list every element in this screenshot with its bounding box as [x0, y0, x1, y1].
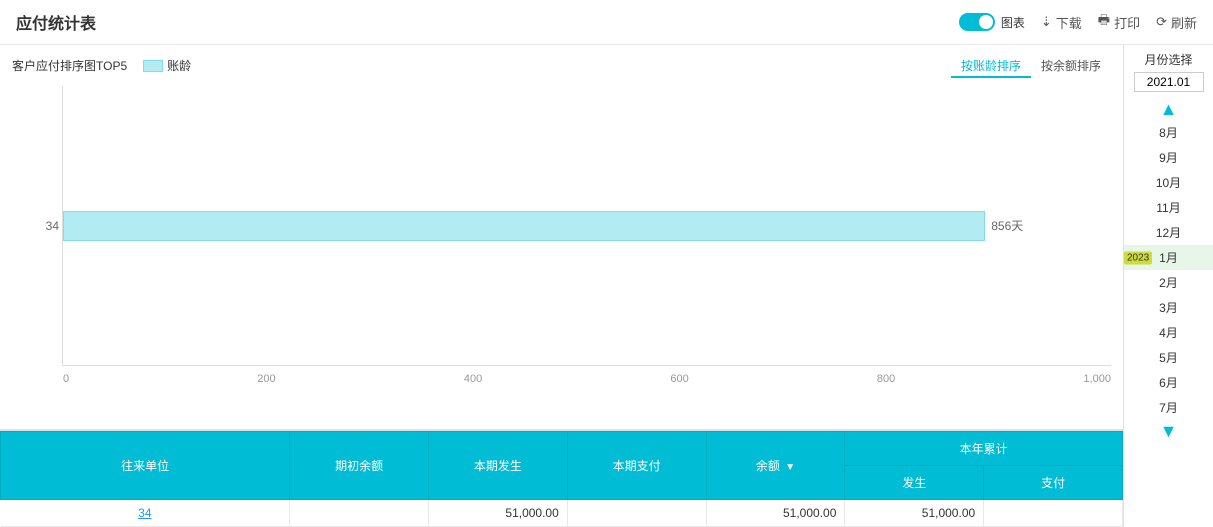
month-item[interactable]: 2023 1月 [1124, 245, 1213, 270]
th-col4: 本期支付 [567, 432, 706, 500]
chart-toggle[interactable] [959, 13, 995, 31]
month-label: 1月 [1159, 251, 1178, 265]
month-item[interactable]: 8月 [1124, 120, 1213, 145]
th-col5: 余额 ▼ [706, 432, 845, 500]
page-title: 应付统计表 [16, 10, 96, 34]
month-list: 8月 9月 10月 11月 12月 2023 1月 2月 3月 4月 5月 6月 7月 [1124, 120, 1213, 420]
legend-label: 账龄 [167, 57, 191, 74]
th-col3: 本期发生 [428, 432, 567, 500]
table-row: 3451,000.0051,000.0051,000.00 [1, 500, 1123, 527]
download-button[interactable]: ⇣ 下载 [1041, 13, 1082, 32]
cell-col1[interactable]: 34 [1, 500, 290, 527]
month-label: 6月 [1159, 376, 1178, 390]
print-icon: 🖶 [1098, 11, 1110, 33]
x-axis: 0 200 400 600 800 1,000 [63, 373, 1111, 385]
cell-col6a: 51,000.00 [845, 500, 984, 527]
month-item[interactable]: 11月 [1124, 195, 1213, 220]
month-item[interactable]: 12月 [1124, 220, 1213, 245]
legend-item: 账龄 [143, 57, 191, 74]
x-tick-400: 400 [464, 373, 482, 385]
scroll-up-button[interactable]: ▲ [1160, 100, 1178, 118]
refresh-label: 刷新 [1171, 13, 1197, 32]
cell-col3: 51,000.00 [428, 500, 567, 527]
month-item[interactable]: 4月 [1124, 320, 1213, 345]
chart-wrapper: 34 856天 0 200 400 600 800 1,000 [12, 86, 1111, 419]
data-table: 往来单位 期初余额 本期发生 本期支付 余额 ▼ 本年累计 发生 [0, 431, 1123, 527]
right-sidebar: 月份选择 ▲ 8月 9月 10月 11月 12月 2023 1月 2月 3月 4月 5月 6月 7月 ▼ [1123, 45, 1213, 527]
x-tick-600: 600 [670, 373, 688, 385]
toggle-label: 图表 [1001, 14, 1025, 31]
col5-sort-icon: ▼ [785, 462, 795, 473]
th-col6b: 支付 [984, 466, 1123, 500]
x-tick-800: 800 [877, 373, 895, 385]
month-label: 4月 [1159, 326, 1178, 340]
th-col6-group: 本年累计 [845, 432, 1123, 466]
month-item[interactable]: 10月 [1124, 170, 1213, 195]
month-item[interactable]: 9月 [1124, 145, 1213, 170]
bar-value-label: 856天 [991, 217, 1023, 234]
download-label: 下载 [1056, 13, 1082, 32]
sort-buttons: 按账龄排序 按余额排序 [951, 55, 1111, 78]
header-actions: 图表 ⇣ 下载 🖶 打印 ⟳ 刷新 [959, 11, 1197, 33]
cell-link-col1[interactable]: 34 [138, 506, 151, 520]
month-label: 2月 [1159, 276, 1178, 290]
scroll-down-button[interactable]: ▼ [1160, 422, 1178, 440]
year-input[interactable] [1134, 72, 1204, 92]
sort-by-balance-button[interactable]: 按余额排序 [1031, 55, 1111, 78]
legend-color [143, 60, 163, 72]
chart-bar-row: 34 856天 [63, 211, 1111, 241]
print-label: 打印 [1114, 13, 1140, 32]
cell-col5: 51,000.00 [706, 500, 845, 527]
chart-area: 客户应付排序图TOP5 账龄 按账龄排序 按余额排序 [0, 45, 1123, 429]
bar-y-label: 34 [23, 219, 59, 233]
cell-col2 [290, 500, 429, 527]
month-label: 12月 [1156, 226, 1181, 240]
refresh-button[interactable]: ⟳ 刷新 [1156, 13, 1197, 32]
sidebar-header: 月份选择 [1144, 51, 1192, 68]
x-tick-1000: 1,000 [1083, 373, 1111, 385]
month-item[interactable]: 3月 [1124, 295, 1213, 320]
th-col2: 期初余额 [290, 432, 429, 500]
print-button[interactable]: 🖶 打印 [1098, 11, 1140, 33]
month-item[interactable]: 7月 [1124, 395, 1213, 420]
cell-col4 [567, 500, 706, 527]
bar-fill [63, 211, 985, 241]
x-tick-200: 200 [257, 373, 275, 385]
main-content: 客户应付排序图TOP5 账龄 按账龄排序 按余额排序 [0, 45, 1213, 527]
chart-toggle-wrap[interactable]: 图表 [959, 13, 1025, 31]
month-label: 7月 [1159, 401, 1178, 415]
month-item[interactable]: 5月 [1124, 345, 1213, 370]
month-label: 5月 [1159, 351, 1178, 365]
month-item[interactable]: 6月 [1124, 370, 1213, 395]
month-label: 3月 [1159, 301, 1178, 315]
year-badge: 2023 [1124, 251, 1152, 264]
month-label: 8月 [1159, 126, 1178, 140]
data-table-container: 往来单位 期初余额 本期发生 本期支付 余额 ▼ 本年累计 发生 [0, 429, 1123, 527]
x-tick-0: 0 [63, 373, 69, 385]
chart-title: 客户应付排序图TOP5 [12, 57, 127, 74]
cell-col6b [984, 500, 1123, 527]
chart-legend: 客户应付排序图TOP5 账龄 [12, 57, 191, 74]
chart-inner: 34 856天 0 200 400 600 800 1,000 [62, 86, 1111, 366]
month-item[interactable]: 2月 [1124, 270, 1213, 295]
refresh-icon: ⟳ [1156, 14, 1167, 30]
month-label: 11月 [1156, 201, 1180, 215]
sort-by-amount-button[interactable]: 按账龄排序 [951, 55, 1031, 78]
th-col6a: 发生 [845, 466, 984, 500]
th-col1: 往来单位 [1, 432, 290, 500]
download-icon: ⇣ [1041, 14, 1052, 30]
month-label: 10月 [1156, 176, 1181, 190]
month-label: 9月 [1159, 151, 1178, 165]
